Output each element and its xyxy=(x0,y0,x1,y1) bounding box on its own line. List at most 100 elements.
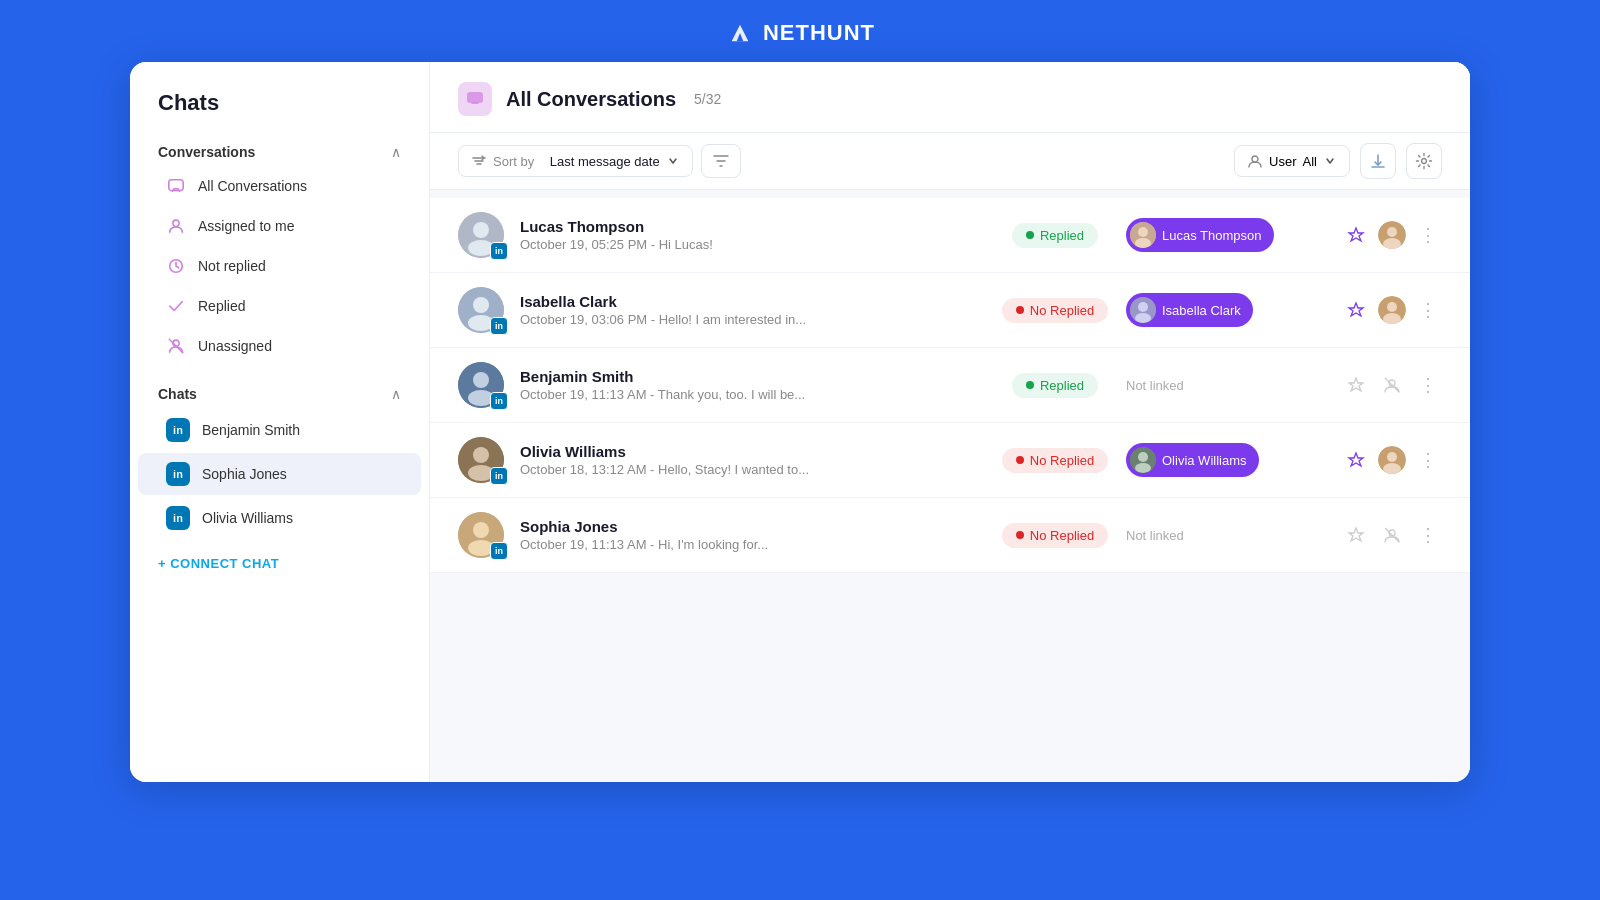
sort-button[interactable]: Sort by Last message date xyxy=(458,145,693,177)
conv-preview: October 18, 13:12 AM - Hello, Stacy! I w… xyxy=(520,462,984,477)
not-linked-label: Not linked xyxy=(1126,528,1184,543)
more-button[interactable]: ⋮ xyxy=(1414,296,1442,324)
status-label: Replied xyxy=(1040,228,1084,243)
linkedin-badge: in xyxy=(490,467,508,485)
main-header: All Conversations 5/32 xyxy=(430,62,1470,133)
person-off-icon[interactable] xyxy=(1378,521,1406,549)
conv-preview: October 19, 11:13 AM - Hi, I'm looking f… xyxy=(520,537,984,552)
linkedin-badge: in xyxy=(166,506,190,530)
sort-value: Last message date xyxy=(550,154,660,169)
assign-icon-disabled[interactable] xyxy=(1342,521,1370,549)
assign-icon-disabled[interactable] xyxy=(1342,371,1370,399)
conv-row-lucas[interactable]: in Lucas Thompson October 19, 05:25 PM -… xyxy=(430,198,1470,273)
person-off-icon[interactable] xyxy=(1378,371,1406,399)
sidebar-item-label: Replied xyxy=(198,298,245,314)
settings-button[interactable] xyxy=(1406,143,1442,179)
toolbar-left: Sort by Last message date xyxy=(458,144,741,178)
chevron-up-icon-2: ∧ xyxy=(391,386,401,402)
conversations-section-header[interactable]: Conversations ∧ xyxy=(130,134,429,166)
assignee-pill[interactable]: Lucas Thompson xyxy=(1126,218,1274,252)
app-name: NETHUNT xyxy=(763,20,875,46)
linkedin-badge: in xyxy=(490,242,508,260)
user-avatar xyxy=(1378,446,1406,474)
main-content: All Conversations 5/32 Sort by Last mess… xyxy=(430,62,1470,782)
assignee-pill[interactable]: Isabella Clark xyxy=(1126,293,1253,327)
assignee-name: Olivia Williams xyxy=(1162,453,1247,468)
conversation-count: 5/32 xyxy=(694,91,721,107)
sidebar-item-unassigned[interactable]: Unassigned xyxy=(138,327,421,365)
check-icon xyxy=(166,296,186,316)
svg-point-9 xyxy=(1422,159,1427,164)
sidebar-chat-label: Benjamin Smith xyxy=(202,422,300,438)
conv-info: Benjamin Smith October 19, 11:13 AM - Th… xyxy=(520,368,984,402)
svg-point-24 xyxy=(1135,313,1151,323)
conv-name: Sophia Jones xyxy=(520,518,984,535)
conv-row-sophia[interactable]: in Sophia Jones October 19, 11:13 AM - H… xyxy=(430,498,1470,573)
sidebar-chat-benjamin[interactable]: in Benjamin Smith xyxy=(138,409,421,451)
download-button[interactable] xyxy=(1360,143,1396,179)
more-button[interactable]: ⋮ xyxy=(1414,521,1442,549)
user-filter[interactable]: User All xyxy=(1234,145,1350,177)
filter-button[interactable] xyxy=(701,144,741,178)
conv-preview: October 19, 11:13 AM - Thank you, too. I… xyxy=(520,387,984,402)
conv-name: Benjamin Smith xyxy=(520,368,984,385)
conv-preview: October 19, 03:06 PM - Hello! I am inter… xyxy=(520,312,984,327)
assign-icon[interactable] xyxy=(1342,446,1370,474)
status-label: No Replied xyxy=(1030,528,1094,543)
sidebar-item-all[interactable]: All Conversations xyxy=(138,167,421,205)
chats-section-header[interactable]: Chats ∧ xyxy=(130,376,429,408)
sidebar-item-assigned[interactable]: Assigned to me xyxy=(138,207,421,245)
sidebar: Chats Conversations ∧ All Conversations xyxy=(130,62,430,782)
assignee-avatar xyxy=(1130,297,1156,323)
conv-actions: ⋮ xyxy=(1342,296,1442,324)
chat-icon xyxy=(166,176,186,196)
assignee-pill[interactable]: Olivia Williams xyxy=(1126,443,1259,477)
status-pill-replied: Replied xyxy=(1012,373,1098,398)
svg-point-15 xyxy=(1135,238,1151,248)
svg-point-8 xyxy=(1252,156,1258,162)
conv-row-isabella[interactable]: in Isabella Clark October 19, 03:06 PM -… xyxy=(430,273,1470,348)
more-button[interactable]: ⋮ xyxy=(1414,221,1442,249)
conv-preview: October 19, 05:25 PM - Hi Lucas! xyxy=(520,237,984,252)
chevron-up-icon: ∧ xyxy=(391,144,401,160)
user-avatar xyxy=(1378,221,1406,249)
sidebar-chat-olivia[interactable]: in Olivia Williams xyxy=(138,497,421,539)
svg-point-14 xyxy=(1138,227,1148,237)
linkedin-badge: in xyxy=(490,392,508,410)
linkedin-badge: in xyxy=(166,462,190,486)
conv-row-olivia[interactable]: in Olivia Williams October 18, 13:12 AM … xyxy=(430,423,1470,498)
person-icon xyxy=(166,216,186,236)
conv-status: Replied xyxy=(1000,223,1110,248)
sidebar-item-not-replied[interactable]: Not replied xyxy=(138,247,421,285)
conv-info: Isabella Clark October 19, 03:06 PM - He… xyxy=(520,293,984,327)
status-pill-no-replied: No Replied xyxy=(1002,523,1108,548)
clock-icon xyxy=(166,256,186,276)
conv-row-benjamin[interactable]: in Benjamin Smith October 19, 11:13 AM -… xyxy=(430,348,1470,423)
status-dot xyxy=(1026,381,1034,389)
sidebar-item-label: All Conversations xyxy=(198,178,307,194)
status-pill-replied: Replied xyxy=(1012,223,1098,248)
svg-point-29 xyxy=(473,372,489,388)
status-dot xyxy=(1016,456,1024,464)
sidebar-chat-sophia[interactable]: in Sophia Jones xyxy=(138,453,421,495)
avatar-wrap: in xyxy=(458,437,504,483)
sidebar-chat-label: Olivia Williams xyxy=(202,510,293,526)
linkedin-badge: in xyxy=(490,317,508,335)
status-dot xyxy=(1016,531,1024,539)
svg-point-38 xyxy=(1135,463,1151,473)
assignee-avatar xyxy=(1130,447,1156,473)
avatar-wrap: in xyxy=(458,512,504,558)
assign-icon[interactable] xyxy=(1342,221,1370,249)
svg-point-17 xyxy=(1387,227,1397,237)
status-pill-no-replied: No Replied xyxy=(1002,298,1108,323)
more-button[interactable]: ⋮ xyxy=(1414,446,1442,474)
connect-chat-button[interactable]: + CONNECT CHAT xyxy=(130,544,429,583)
more-button[interactable]: ⋮ xyxy=(1414,371,1442,399)
assign-icon[interactable] xyxy=(1342,296,1370,324)
conversations-icon xyxy=(458,82,492,116)
status-label: No Replied xyxy=(1030,453,1094,468)
toolbar: Sort by Last message date xyxy=(430,133,1470,190)
sidebar-item-replied[interactable]: Replied xyxy=(138,287,421,325)
user-avatar xyxy=(1378,296,1406,324)
assignee-name: Lucas Thompson xyxy=(1162,228,1262,243)
